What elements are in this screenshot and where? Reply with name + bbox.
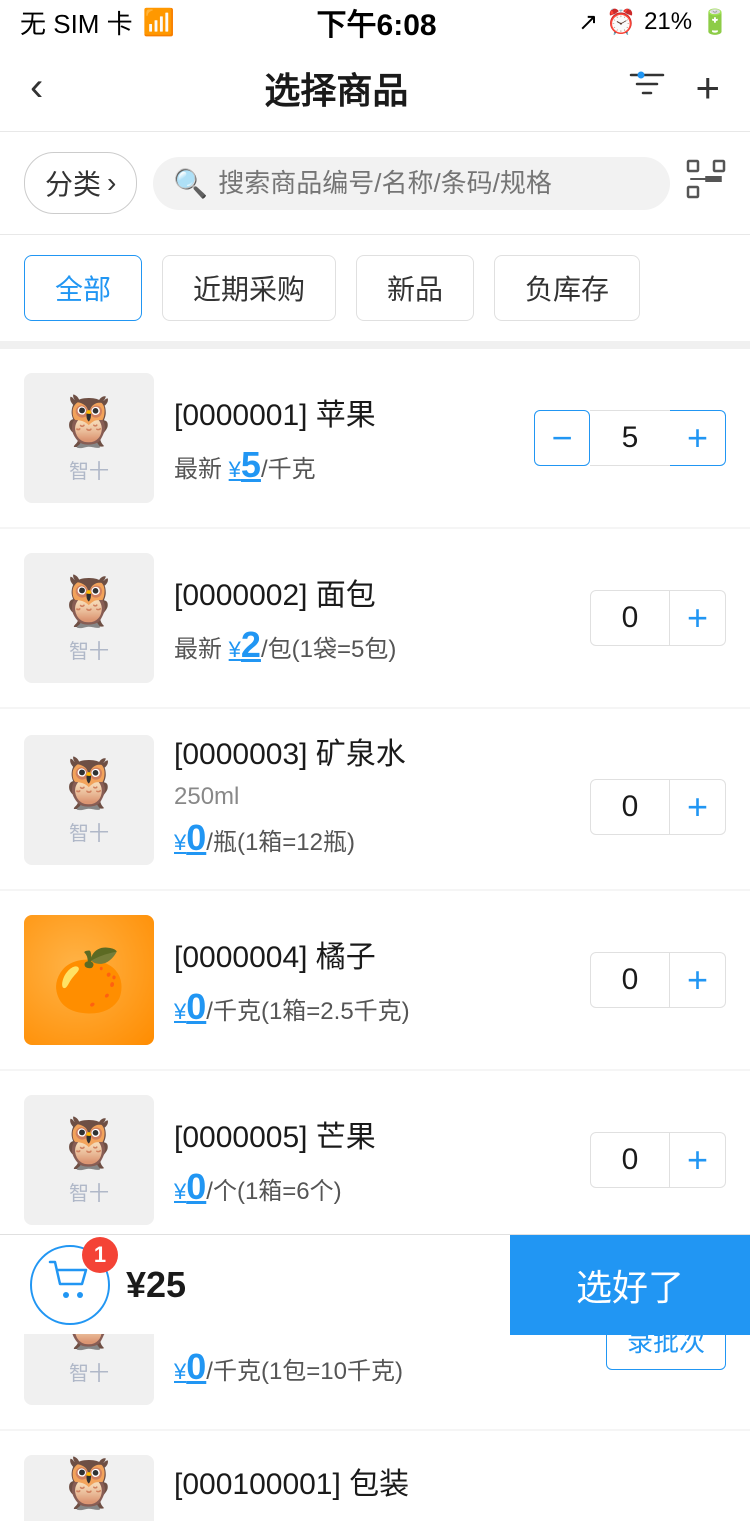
filter-icon[interactable] <box>629 69 665 107</box>
qty-control: − + <box>534 410 726 466</box>
product-name: [000100001] 包装 <box>174 1459 726 1503</box>
page-title: 选择商品 <box>264 62 408 114</box>
category-chevron: › <box>107 167 116 199</box>
carrier-text: 无 SIM 卡 <box>20 4 133 41</box>
product-price: 最新 ¥5/千克 <box>174 444 514 486</box>
qty-display: 0 <box>590 952 670 1008</box>
product-info: [0000004] 橘子 ¥0/千克(1箱=2.5千克) <box>174 932 570 1028</box>
search-input[interactable] <box>218 168 650 199</box>
back-button[interactable]: ‹ <box>30 65 43 110</box>
product-price: ¥0/千克(1箱=2.5千克) <box>174 986 570 1028</box>
cart-icon <box>48 1260 92 1310</box>
product-info: [000100001] 包装 <box>174 1455 726 1513</box>
qty-control: 0 + <box>590 590 726 646</box>
status-bar: 无 SIM 卡 📶 下午6:08 ↗ ⏰ 21% 🔋 <box>0 0 750 44</box>
search-row: 分类 › 🔍 <box>0 132 750 235</box>
search-icon: 🔍 <box>173 167 208 200</box>
status-time: 下午6:08 <box>317 0 437 44</box>
cart-badge: 1 <box>82 1237 118 1273</box>
qty-control: 0 + <box>590 952 726 1008</box>
qty-control: 0 + <box>590 1132 726 1188</box>
qty-display: 0 <box>590 779 670 835</box>
tab-new[interactable]: 新品 <box>356 255 474 321</box>
product-thumbnail <box>24 915 154 1045</box>
qty-plus-button[interactable]: + <box>670 1132 726 1188</box>
tab-all[interactable]: 全部 <box>24 255 142 321</box>
qty-input[interactable] <box>590 410 670 466</box>
qty-plus-button[interactable]: + <box>670 590 726 646</box>
qty-minus-button[interactable]: − <box>534 410 590 466</box>
list-item: 🦉 智十 [0000002] 面包 最新 ¥2/包(1袋=5包) 0 + <box>0 529 750 707</box>
battery-icon: 🔋 <box>700 8 730 37</box>
cart-button[interactable]: 1 <box>30 1245 110 1325</box>
qty-display: 0 <box>590 1132 670 1188</box>
product-thumbnail: 🦉 智十 <box>24 1095 154 1225</box>
product-name: [0000003] 矿泉水 <box>174 729 570 773</box>
nav-icons: + <box>629 64 720 112</box>
product-info: [0000002] 面包 最新 ¥2/包(1袋=5包) <box>174 570 570 666</box>
add-icon[interactable]: + <box>695 64 720 112</box>
cart-total: ¥25 <box>126 1264 186 1306</box>
list-item: 🦉 智十 [0000003] 矿泉水 250ml ¥0/瓶(1箱=12瓶) 0 … <box>0 709 750 889</box>
list-item: 🦉 智十 [0000001] 苹果 最新 ¥5/千克 − + <box>0 349 750 527</box>
qty-plus-button[interactable]: + <box>670 410 726 466</box>
cart-area: 1 ¥25 <box>0 1245 510 1325</box>
owl-logo: 🦉 智十 <box>58 392 120 484</box>
list-item: 🦉 智十 [0000005] 芒果 ¥0/个(1箱=6个) 0 + <box>0 1071 750 1249</box>
search-input-wrap: 🔍 <box>153 157 670 210</box>
qty-control: 0 + <box>590 779 726 835</box>
product-list: 🦉 智十 [0000001] 苹果 最新 ¥5/千克 − + 🦉 智十 [000… <box>0 349 750 1521</box>
location-icon: ↗ <box>578 8 598 37</box>
product-price: ¥0/个(1箱=6个) <box>174 1166 570 1208</box>
tab-recent[interactable]: 近期采购 <box>162 255 336 321</box>
tab-negative[interactable]: 负库存 <box>494 255 640 321</box>
nav-bar: ‹ 选择商品 + <box>0 44 750 132</box>
product-info: [0000001] 苹果 最新 ¥5/千克 <box>174 390 514 486</box>
category-label: 分类 <box>45 163 101 203</box>
category-button[interactable]: 分类 › <box>24 152 137 214</box>
product-info: [0000005] 芒果 ¥0/个(1箱=6个) <box>174 1112 570 1208</box>
product-thumbnail: 🦉 智十 <box>24 373 154 503</box>
product-thumbnail: 🦉 智十 <box>24 553 154 683</box>
list-item: [0000004] 橘子 ¥0/千克(1箱=2.5千克) 0 + <box>0 891 750 1069</box>
product-price: ¥0/千克(1包=10千克) <box>174 1346 586 1388</box>
product-thumbnail: 🦉 智十 <box>24 1455 154 1521</box>
bottom-bar: 1 ¥25 选好了 <box>0 1234 750 1334</box>
product-spec: 250ml <box>174 783 570 811</box>
product-name: [0000004] 橘子 <box>174 932 570 976</box>
product-thumbnail: 🦉 智十 <box>24 735 154 865</box>
product-name: [0000005] 芒果 <box>174 1112 570 1156</box>
qty-display: 0 <box>590 590 670 646</box>
battery-text: 21% <box>644 8 692 36</box>
product-info: [0000003] 矿泉水 250ml ¥0/瓶(1箱=12瓶) <box>174 729 570 859</box>
wifi-icon: 📶 <box>143 7 175 38</box>
product-price: 最新 ¥2/包(1袋=5包) <box>174 624 570 666</box>
scan-icon[interactable] <box>686 159 726 208</box>
confirm-button[interactable]: 选好了 <box>510 1235 750 1335</box>
product-name: [0000001] 苹果 <box>174 390 514 434</box>
status-right: ↗ ⏰ 21% 🔋 <box>578 8 730 37</box>
product-price: ¥0/瓶(1箱=12瓶) <box>174 817 570 859</box>
list-item: 🦉 智十 [000100001] 包装 <box>0 1431 750 1521</box>
status-left: 无 SIM 卡 📶 <box>20 4 175 41</box>
filter-tabs: 全部 近期采购 新品 负库存 <box>0 235 750 349</box>
qty-plus-button[interactable]: + <box>670 952 726 1008</box>
qty-plus-button[interactable]: + <box>670 779 726 835</box>
product-name: [0000002] 面包 <box>174 570 570 614</box>
alarm-icon: ⏰ <box>606 8 636 37</box>
